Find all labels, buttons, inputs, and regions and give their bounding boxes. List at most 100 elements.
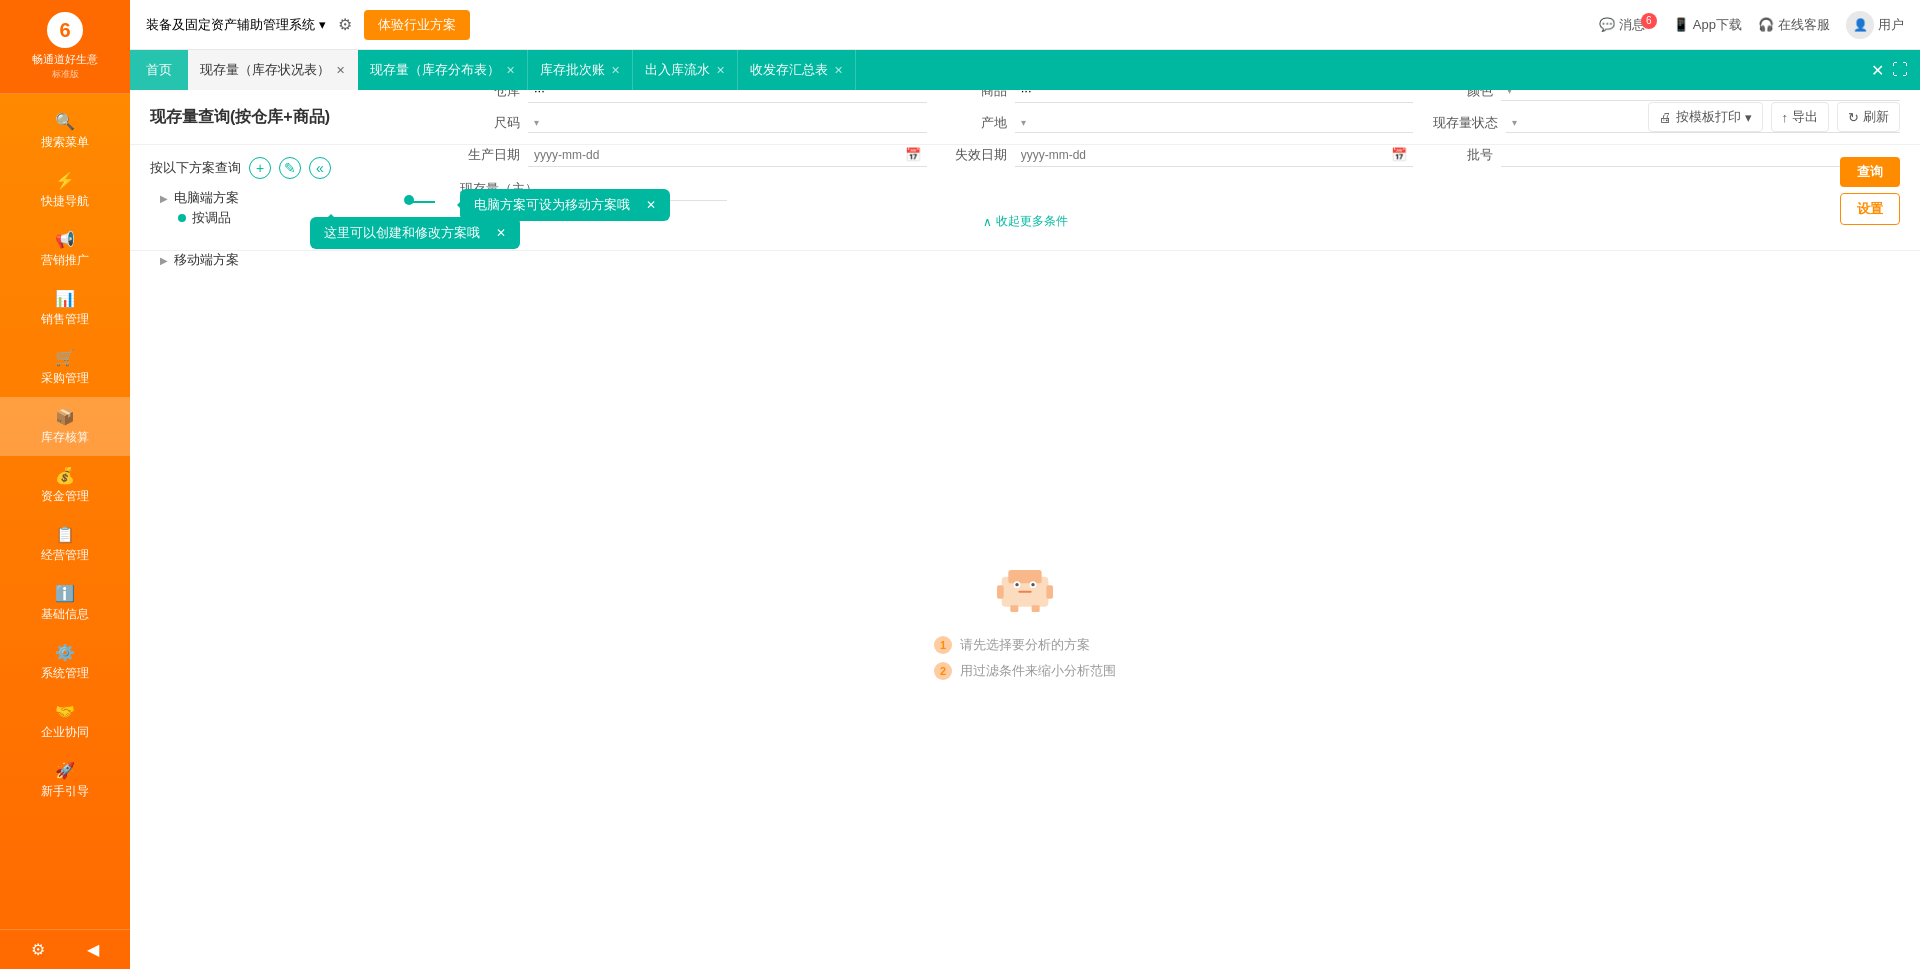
query-buttons: 查询 设置 (1840, 157, 1900, 225)
prod-date-label: 生产日期 (460, 146, 520, 164)
sidebar-item-guide[interactable]: 🚀 新手引导 (0, 751, 130, 810)
tab-collect-summary-label: 收发存汇总表 (750, 61, 828, 79)
settings-icon[interactable]: ⚙ (338, 15, 352, 34)
maximize-btn[interactable]: ⛶ (1892, 61, 1908, 79)
edit-tooltip-text: 这里可以创建和修改方案哦 (324, 224, 480, 242)
message-action[interactable]: 💬 消息 6 (1599, 16, 1657, 34)
tip-num-2: 2 (934, 662, 952, 680)
size-select[interactable]: ▾ (528, 113, 927, 133)
scheme-desktop[interactable]: ▶ 电脑端方案 (160, 189, 1900, 207)
scheme-arrow-icon: ▶ (160, 193, 168, 204)
scheme-mobile-arrow-icon: ▶ (160, 255, 168, 266)
header-left: 装备及固定资产辅助管理系统 ▾ ⚙ 体验行业方案 (146, 10, 470, 40)
chevron-down-icon: ▾ (319, 17, 326, 32)
sidebar-item-label: 资金管理 (41, 488, 89, 505)
tab-close-icon[interactable]: ✕ (506, 64, 515, 77)
msg-badge: 6 (1641, 13, 1657, 29)
sidebar-item-basic[interactable]: ℹ️ 基础信息 (0, 574, 130, 633)
tab-close-icon[interactable]: ✕ (611, 64, 620, 77)
sidebar-item-finance[interactable]: 💰 资金管理 (0, 456, 130, 515)
stock-status-select[interactable]: ▾ (1506, 113, 1900, 133)
expire-date-input[interactable]: 📅 (1015, 143, 1414, 167)
trial-button[interactable]: 体验行业方案 (364, 10, 470, 40)
sidebar-item-operation[interactable]: 📋 经营管理 (0, 515, 130, 574)
scheme-desktop-item-label: 按调品 (192, 209, 231, 227)
main-area: 装备及固定资产辅助管理系统 ▾ ⚙ 体验行业方案 💬 消息 6 📱 App下载 … (130, 0, 1920, 969)
sidebar-item-marketing[interactable]: 📢 营销推广 (0, 220, 130, 279)
filter-collapse-btn[interactable]: « (309, 157, 331, 179)
tab-stock-status[interactable]: 现存量（库存状况表） ✕ (188, 50, 358, 90)
filter-schemes-area: 电脑方案可设为移动方案哦 ✕ ▶ 电脑端方案 按调品 这里可以创建和修改方案哦 … (150, 189, 1900, 269)
online-support-label: 在线客服 (1778, 16, 1830, 34)
svg-point-4 (1015, 583, 1018, 586)
filter-row-batch-no: 批号 (1433, 143, 1900, 167)
sidebar-settings-btn[interactable]: ⚙ (31, 940, 45, 959)
close-all-btn[interactable]: ✕ (1871, 61, 1884, 80)
origin-select[interactable]: ▾ (1015, 113, 1414, 133)
user-action[interactable]: 👤 用户 (1846, 11, 1904, 39)
sidebar-item-sales[interactable]: 📊 销售管理 (0, 279, 130, 338)
sidebar-item-inventory[interactable]: 📦 库存核算 (0, 397, 130, 456)
color-select[interactable]: ▾ (1501, 90, 1900, 101)
page-content: 现存量查询(按仓库+商品) 🖨 按模板打印 ▾ ↑ 导出 ↻ 刷新 (130, 90, 1920, 969)
tab-collect-summary[interactable]: 收发存汇总表 ✕ (738, 50, 856, 90)
sidebar-item-quicknav[interactable]: ⚡ 快捷导航 (0, 161, 130, 220)
user-label: 用户 (1878, 16, 1904, 34)
sidebar-collapse-btn[interactable]: ◀ (87, 940, 99, 959)
calendar-icon[interactable]: 📅 (905, 147, 921, 162)
scheme-tooltip-close-btn[interactable]: ✕ (646, 198, 656, 212)
filter-row-color: 颜色 ▾ (1433, 90, 1900, 103)
online-support-action[interactable]: 🎧 在线客服 (1758, 16, 1830, 34)
sidebar-item-label: 经营管理 (41, 547, 89, 564)
sidebar-item-enterprise[interactable]: 🤝 企业协同 (0, 692, 130, 751)
finance-icon: 💰 (55, 466, 75, 485)
tip-text-1: 请先选择要分析的方案 (960, 636, 1090, 654)
filter-edit-btn[interactable]: ✎ (279, 157, 301, 179)
tab-close-icon[interactable]: ✕ (834, 64, 843, 77)
filter-add-btn[interactable]: + (249, 157, 271, 179)
basic-icon: ℹ️ (55, 584, 75, 603)
tab-home[interactable]: 首页 (130, 50, 188, 90)
prod-date-input[interactable]: 📅 (528, 143, 927, 167)
logo-icon: 6 (47, 12, 83, 48)
search-btn[interactable]: 查询 (1840, 157, 1900, 187)
batch-no-label: 批号 (1433, 146, 1493, 164)
scheme-mobile[interactable]: ▶ 移动端方案 (160, 251, 1900, 269)
page-title: 现存量查询(按仓库+商品) (150, 107, 330, 128)
tip-num-1: 1 (934, 636, 952, 654)
warehouse-select[interactable]: ··· (528, 90, 927, 103)
sidebar-item-system[interactable]: ⚙️ 系统管理 (0, 633, 130, 692)
tab-stock-batch-label: 库存批次账 (540, 61, 605, 79)
system-title-dropdown[interactable]: 装备及固定资产辅助管理系统 ▾ (146, 16, 326, 34)
tab-stock-batch[interactable]: 库存批次账 ✕ (528, 50, 633, 90)
sidebar-item-label: 企业协同 (41, 724, 89, 741)
warehouse-dots: ··· (534, 90, 545, 98)
filter-row-size: 尺码 ▾ (460, 113, 927, 133)
goods-dots: ··· (1021, 90, 1032, 98)
empty-illustration (985, 540, 1065, 620)
empty-state: 1 请先选择要分析的方案 2 用过滤条件来缩小分析范围 (130, 251, 1920, 969)
sidebar: 6 畅通道好生意 标准版 🔍 搜索菜单 ⚡ 快捷导航 📢 营销推广 📊 销售管理… (0, 0, 130, 969)
prod-date-field[interactable] (534, 148, 901, 162)
quicknav-icon: ⚡ (55, 171, 75, 190)
sidebar-item-search[interactable]: 🔍 搜索菜单 (0, 102, 130, 161)
goods-select[interactable]: ··· (1015, 90, 1414, 103)
reset-btn[interactable]: 设置 (1840, 193, 1900, 225)
tab-stock-dist[interactable]: 现存量（库存分布表） ✕ (358, 50, 528, 90)
calendar-icon2[interactable]: 📅 (1391, 147, 1407, 162)
expire-date-label: 失效日期 (947, 146, 1007, 164)
sales-icon: 📊 (55, 289, 75, 308)
edit-tooltip-close-btn[interactable]: ✕ (496, 226, 506, 240)
tab-inout-flow-label: 出入库流水 (645, 61, 710, 79)
origin-label: 产地 (947, 114, 1007, 132)
expire-date-field[interactable] (1021, 148, 1388, 162)
tab-inout-flow[interactable]: 出入库流水 ✕ (633, 50, 738, 90)
search-icon: 🔍 (55, 112, 75, 131)
sidebar-item-purchase[interactable]: 🛒 采购管理 (0, 338, 130, 397)
tab-close-icon[interactable]: ✕ (336, 64, 345, 77)
svg-rect-9 (997, 585, 1004, 598)
sidebar-item-label: 营销推广 (41, 252, 89, 269)
top-header: 装备及固定资产辅助管理系统 ▾ ⚙ 体验行业方案 💬 消息 6 📱 App下载 … (130, 0, 1920, 50)
app-download-action[interactable]: 📱 App下载 (1673, 16, 1742, 34)
tab-close-icon[interactable]: ✕ (716, 64, 725, 77)
